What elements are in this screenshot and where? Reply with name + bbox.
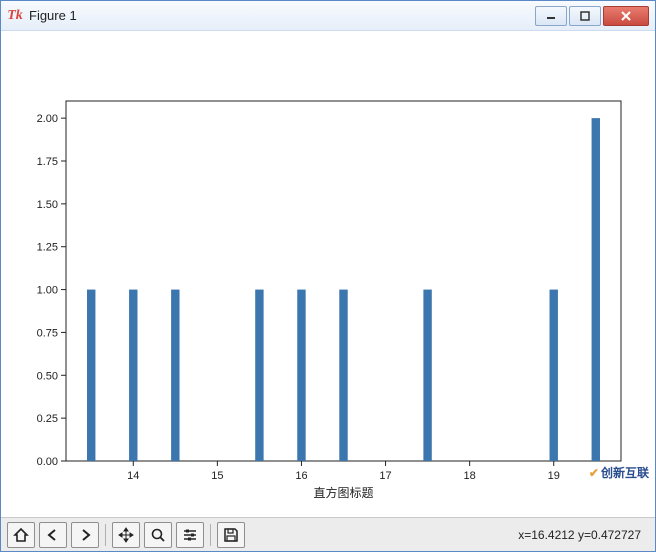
- arrow-left-icon: [45, 527, 61, 543]
- x-axis-label: 直方图标题: [313, 485, 373, 500]
- configure-button[interactable]: [176, 522, 204, 548]
- titlebar: Tk Figure 1: [1, 1, 655, 31]
- save-button[interactable]: [217, 522, 245, 548]
- home-button[interactable]: [7, 522, 35, 548]
- y-tick-label: 1.25: [37, 242, 58, 254]
- minimize-button[interactable]: [535, 6, 567, 26]
- bar: [297, 290, 305, 461]
- pan-button[interactable]: [112, 522, 140, 548]
- x-tick-label: 14: [127, 470, 139, 482]
- save-icon: [223, 527, 239, 543]
- y-tick-label: 0.00: [37, 456, 58, 468]
- bar: [423, 290, 431, 461]
- window-buttons: [533, 6, 649, 26]
- close-icon: [620, 10, 632, 22]
- sliders-icon: [182, 527, 198, 543]
- x-tick-label: 15: [211, 470, 223, 482]
- bar: [171, 290, 179, 461]
- zoom-button[interactable]: [144, 522, 172, 548]
- maximize-icon: [580, 11, 590, 21]
- cursor-coordinates: x=16.4212 y=0.472727: [518, 528, 649, 542]
- nav-toolbar: x=16.4212 y=0.472727: [1, 517, 655, 551]
- plot-canvas[interactable]: 0.00 0.25 0.50 0.75 1.00 1.25 1.50 1.75 2.00 14 15…: [1, 31, 655, 517]
- y-tick-label: 0.50: [37, 370, 58, 382]
- y-tick-label: 1.50: [37, 199, 58, 211]
- plot-svg: 0.00 0.25 0.50 0.75 1.00 1.25 1.50 1.75 2.00 14 15…: [1, 31, 655, 517]
- forward-button[interactable]: [71, 522, 99, 548]
- x-tick-label: 19: [548, 470, 560, 482]
- y-tick-label: 2.00: [37, 113, 58, 125]
- tk-icon: Tk: [7, 8, 23, 24]
- y-tick-label: 1.75: [37, 156, 58, 168]
- y-tick-label: 0.25: [37, 413, 58, 425]
- home-icon: [13, 527, 29, 543]
- x-tick-label: 16: [295, 470, 307, 482]
- y-tick-label: 1.00: [37, 285, 58, 297]
- brand-icon: ✔: [589, 466, 599, 480]
- x-tick-label: 18: [464, 470, 476, 482]
- arrow-right-icon: [77, 527, 93, 543]
- minimize-icon: [546, 11, 556, 21]
- bar: [255, 290, 263, 461]
- toolbar-separator: [210, 524, 211, 546]
- figure-window: Tk Figure 1 0.00 0.25 0.50 0.75 1.00 1.25 1.50…: [0, 0, 656, 552]
- x-tick-label: 17: [379, 470, 391, 482]
- close-button[interactable]: [603, 6, 649, 26]
- toolbar-separator: [105, 524, 106, 546]
- back-button[interactable]: [39, 522, 67, 548]
- zoom-icon: [150, 527, 166, 543]
- bar: [339, 290, 347, 461]
- bar: [129, 290, 137, 461]
- brand-watermark: ✔ 创新互联: [583, 462, 655, 483]
- brand-text: 创新互联: [601, 464, 649, 481]
- y-tick-label: 0.75: [37, 327, 58, 339]
- move-icon: [118, 527, 134, 543]
- window-title: Figure 1: [29, 8, 527, 23]
- bar: [550, 290, 558, 461]
- bar: [87, 290, 95, 461]
- bar: [592, 118, 600, 461]
- maximize-button[interactable]: [569, 6, 601, 26]
